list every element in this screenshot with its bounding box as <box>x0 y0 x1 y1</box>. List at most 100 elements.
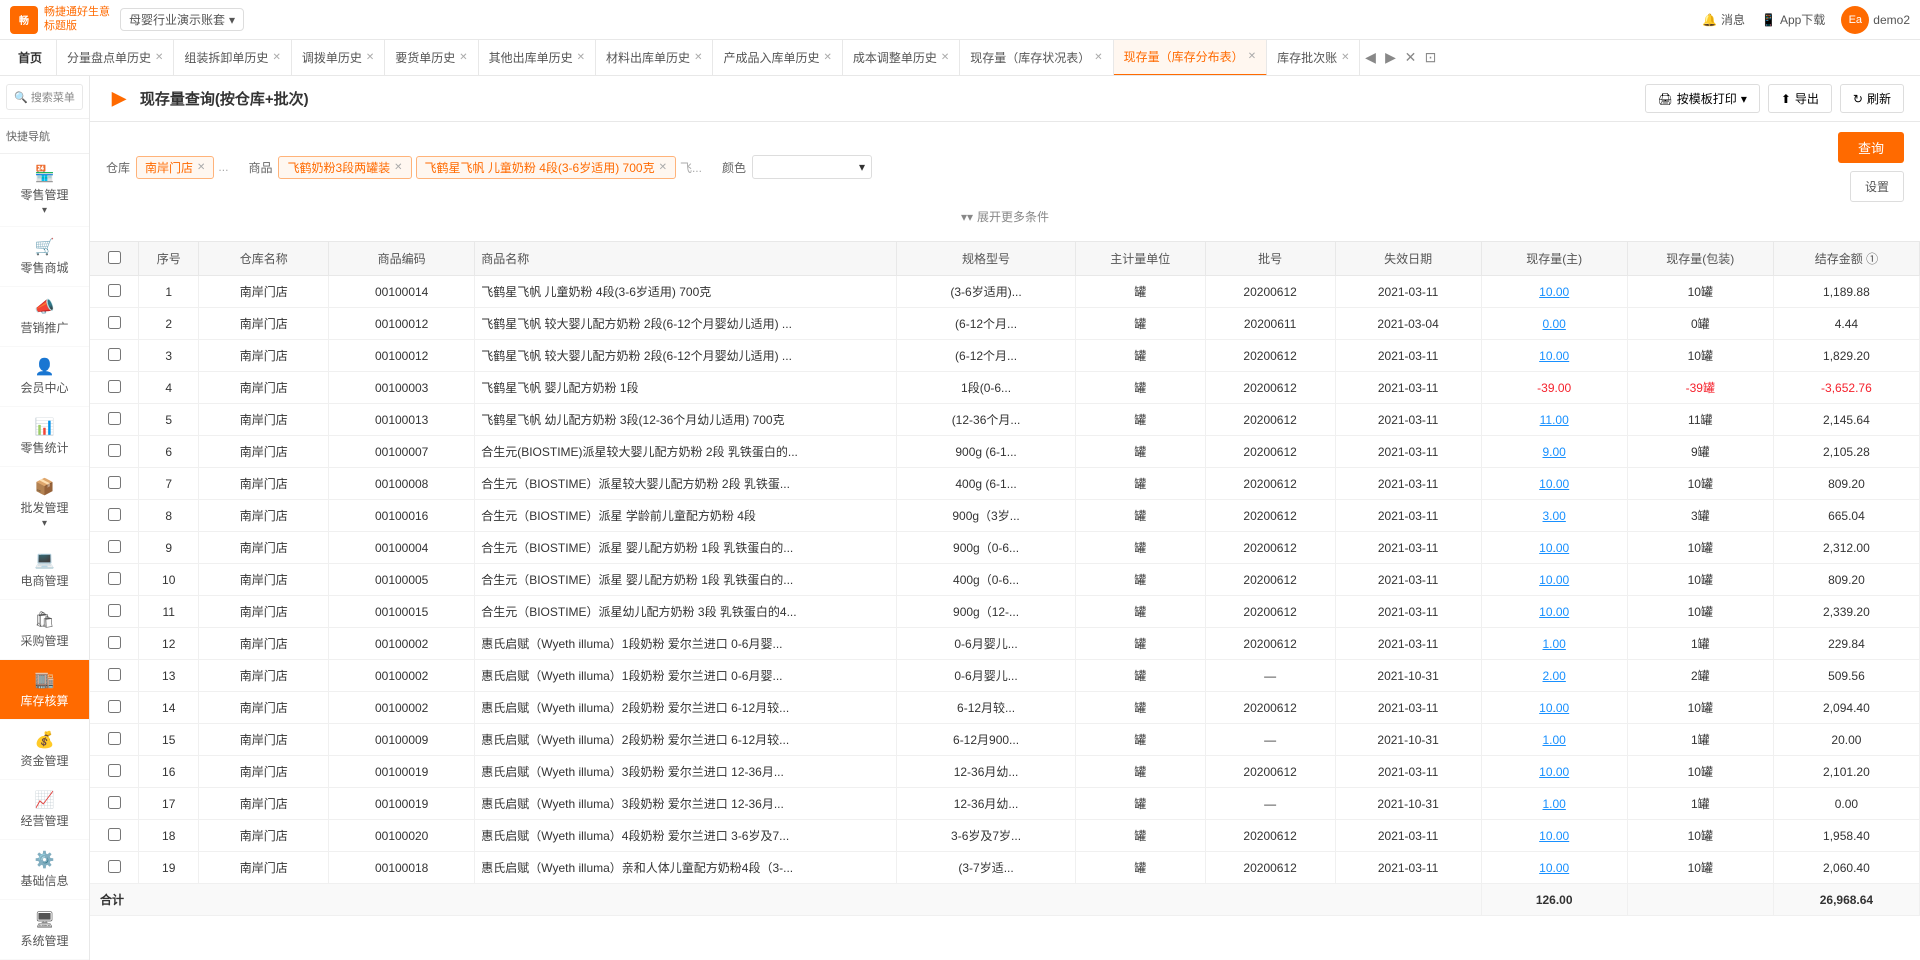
sidebar-item-finance[interactable]: 💰 资金管理 <box>0 720 89 780</box>
row-qty-main[interactable]: 10.00 <box>1481 852 1627 884</box>
print-btn[interactable]: 🖨 按模板打印 ▾ <box>1645 84 1760 113</box>
row-qty-main[interactable]: 10.00 <box>1481 468 1627 500</box>
row-qty-main[interactable]: 3.00 <box>1481 500 1627 532</box>
warehouse-tag-close[interactable]: ✕ <box>197 162 205 173</box>
row-checkbox[interactable] <box>90 372 139 404</box>
row-checkbox[interactable] <box>90 596 139 628</box>
tab-borrow-history[interactable]: 要货单历史 ✕ <box>385 40 478 76</box>
row-checkbox[interactable] <box>90 404 139 436</box>
sidebar-item-retail-shop[interactable]: 🛒 零售商城 <box>0 227 89 287</box>
row-qty-main[interactable]: 1.00 <box>1481 628 1627 660</box>
row-qty-main[interactable]: 2.00 <box>1481 660 1627 692</box>
row-checkbox[interactable] <box>90 564 139 596</box>
tab-next-btn[interactable]: ▶ <box>1380 40 1400 76</box>
tab-close-disassemble[interactable]: ✕ <box>272 52 280 63</box>
tab-other-out-history[interactable]: 其他出库单历史 ✕ <box>479 40 596 76</box>
row-qty-main[interactable]: 10.00 <box>1481 276 1627 308</box>
sidebar-item-wholesale[interactable]: 📦 批发管理 ▾ <box>0 467 89 540</box>
product-more[interactable]: 飞... <box>680 159 702 176</box>
tab-close-cost-adjust[interactable]: ✕ <box>941 52 949 63</box>
th-checkbox[interactable] <box>90 242 139 276</box>
tab-home[interactable]: 首页 <box>4 40 57 76</box>
row-qty-main[interactable]: 11.00 <box>1481 404 1627 436</box>
user-avatar[interactable]: Ea demo2 <box>1841 6 1910 34</box>
tab-fullscreen-btn[interactable]: ⊡ <box>1420 40 1440 76</box>
row-qty-main[interactable]: 10.00 <box>1481 564 1627 596</box>
row-qty-main[interactable]: 0.00 <box>1481 308 1627 340</box>
row-qty-main[interactable]: 10.00 <box>1481 596 1627 628</box>
tab-close-inventory-status[interactable]: ✕ <box>1094 52 1102 63</box>
tab-material-out-history[interactable]: 材料出库单历史 ✕ <box>596 40 713 76</box>
query-btn[interactable]: 查询 <box>1838 132 1904 163</box>
tab-batch-account[interactable]: 库存批次账 ✕ <box>1267 40 1360 76</box>
tab-prev-btn[interactable]: ◀ <box>1360 40 1380 76</box>
row-qty-main[interactable]: 10.00 <box>1481 820 1627 852</box>
search-menu-btn[interactable]: 🔍 搜索菜单 <box>6 84 83 110</box>
product-tag-1[interactable]: 飞鹤奶粉3段两罐装 ✕ <box>278 156 411 179</box>
tab-cost-adjust-history[interactable]: 成本调整单历史 ✕ <box>843 40 960 76</box>
row-qty-main[interactable]: 1.00 <box>1481 724 1627 756</box>
row-checkbox[interactable] <box>90 340 139 372</box>
row-checkbox[interactable] <box>90 852 139 884</box>
row-checkbox[interactable] <box>90 788 139 820</box>
row-qty-main[interactable]: 10.00 <box>1481 692 1627 724</box>
quick-nav-btn[interactable]: 快捷导航 <box>0 123 89 149</box>
product-tag-2[interactable]: 飞鹤星飞帆 儿童奶粉 4段(3-6岁适用) 700克 ✕ <box>416 156 676 179</box>
row-checkbox[interactable] <box>90 308 139 340</box>
row-checkbox[interactable] <box>90 532 139 564</box>
row-checkbox[interactable] <box>90 724 139 756</box>
row-qty-main[interactable]: 9.00 <box>1481 436 1627 468</box>
sidebar-item-marketing[interactable]: 📣 营销推广 <box>0 287 89 347</box>
row-qty-main[interactable]: 10.00 <box>1481 340 1627 372</box>
message-btn[interactable]: 🔔 消息 <box>1702 11 1745 28</box>
product-tag-1-close[interactable]: ✕ <box>394 162 402 173</box>
tab-close-product-in[interactable]: ✕ <box>823 52 831 63</box>
tab-adjust-history[interactable]: 调拨单历史 ✕ <box>292 40 385 76</box>
row-checkbox[interactable] <box>90 500 139 532</box>
tab-close-material-out[interactable]: ✕ <box>694 52 702 63</box>
tab-inventory-dist[interactable]: 现存量（库存分布表） ✕ <box>1114 40 1267 76</box>
sidebar-item-business[interactable]: 📈 经营管理 <box>0 780 89 840</box>
expand-more-btn[interactable]: ▾▾ 展开更多条件 <box>106 202 1904 231</box>
color-selector[interactable]: ▾ <box>752 155 872 179</box>
sidebar-item-retail[interactable]: 🏪 零售管理 ▾ <box>0 154 89 227</box>
sidebar-item-member[interactable]: 👤 会员中心 <box>0 347 89 407</box>
row-qty-main[interactable]: 1.00 <box>1481 788 1627 820</box>
row-qty-main[interactable]: 10.00 <box>1481 532 1627 564</box>
tab-close-batch-account[interactable]: ✕ <box>1341 52 1349 63</box>
sidebar-toggle-btn[interactable]: ▶ <box>106 88 132 109</box>
row-checkbox[interactable] <box>90 692 139 724</box>
row-checkbox[interactable] <box>90 468 139 500</box>
row-checkbox[interactable] <box>90 660 139 692</box>
sidebar-item-system[interactable]: 🖥 系统管理 <box>0 900 89 960</box>
sidebar-item-retail-stats[interactable]: 📊 零售统计 <box>0 407 89 467</box>
tab-close-borrow[interactable]: ✕ <box>459 52 467 63</box>
row-qty-main[interactable]: -39.00 <box>1481 372 1627 404</box>
row-checkbox[interactable] <box>90 276 139 308</box>
row-checkbox[interactable] <box>90 628 139 660</box>
app-download-btn[interactable]: 📱 App下载 <box>1761 11 1825 28</box>
account-dropdown[interactable]: 母婴行业演示账套 ▾ <box>120 8 244 31</box>
export-btn[interactable]: ⬆ 导出 <box>1768 84 1832 113</box>
row-checkbox[interactable] <box>90 820 139 852</box>
tab-close-all-btn[interactable]: ✕ <box>1400 40 1420 76</box>
tab-close-split[interactable]: ✕ <box>155 52 163 63</box>
row-qty-main[interactable]: 10.00 <box>1481 756 1627 788</box>
setting-btn[interactable]: 设置 <box>1850 171 1904 202</box>
sidebar-item-inventory[interactable]: 🏬 库存核算 <box>0 660 89 720</box>
sidebar-item-basic[interactable]: ⚙️ 基础信息 <box>0 840 89 900</box>
tab-close-inventory-dist[interactable]: ✕ <box>1248 51 1256 62</box>
tab-product-in-history[interactable]: 产成品入库单历史 ✕ <box>713 40 842 76</box>
tab-inventory-status[interactable]: 现存量（库存状况表） ✕ <box>960 40 1113 76</box>
warehouse-tag-1[interactable]: 南岸门店 ✕ <box>136 156 214 179</box>
row-checkbox[interactable] <box>90 436 139 468</box>
tab-close-adjust[interactable]: ✕ <box>366 52 374 63</box>
sidebar-item-purchase[interactable]: 🛍 采购管理 <box>0 600 89 660</box>
row-checkbox[interactable] <box>90 756 139 788</box>
product-tag-2-close[interactable]: ✕ <box>659 162 667 173</box>
sidebar-item-ecommerce[interactable]: 💻 电商管理 <box>0 540 89 600</box>
warehouse-more[interactable]: ... <box>218 160 228 174</box>
select-all-checkbox[interactable] <box>108 251 121 264</box>
tab-split-history[interactable]: 分量盘点单历史 ✕ <box>57 40 174 76</box>
tab-disassemble-history[interactable]: 组装拆卸单历史 ✕ <box>174 40 291 76</box>
